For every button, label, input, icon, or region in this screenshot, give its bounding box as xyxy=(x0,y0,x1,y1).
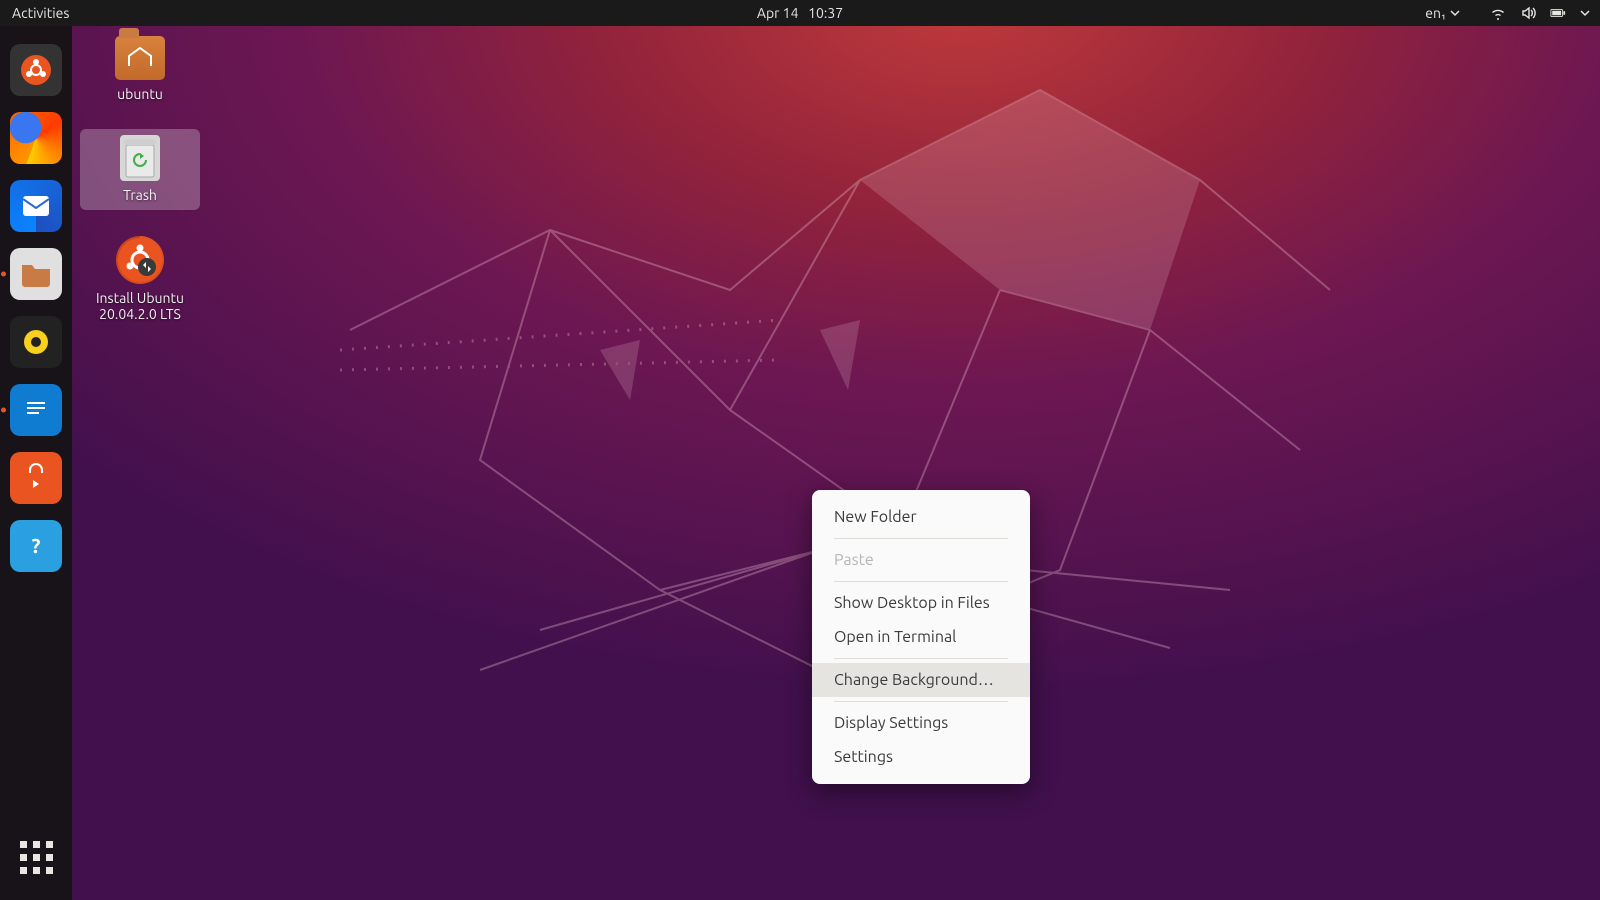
software-icon[interactable] xyxy=(10,452,62,504)
files-icon[interactable] xyxy=(10,248,62,300)
desktop-icon-label: ubuntu xyxy=(84,86,196,103)
desktop-icon-label: Trash xyxy=(84,187,196,204)
battery-icon xyxy=(1550,5,1566,21)
network-icon xyxy=(1490,5,1506,21)
desktop-icons: ubuntu Trash Install Ubuntu 20.04.2.0 LT… xyxy=(80,30,200,349)
input-source-indicator[interactable]: en₁ xyxy=(1425,5,1460,21)
menu-separator xyxy=(834,701,1008,702)
menuitem-show-desktop-in-files[interactable]: Show Desktop in Files xyxy=(812,586,1030,620)
firefox-icon[interactable] xyxy=(10,112,62,164)
menuitem-settings[interactable]: Settings xyxy=(812,740,1030,774)
volume-icon xyxy=(1520,5,1536,21)
desktop-icon-label: Install Ubuntu 20.04.2.0 LTS xyxy=(84,290,196,324)
dock: ? xyxy=(0,26,72,900)
help-icon[interactable]: ? xyxy=(10,520,62,572)
trash-icon xyxy=(120,135,160,181)
writer-icon[interactable] xyxy=(10,384,62,436)
top-bar: Activities Apr 14 10:37 en₁ xyxy=(0,0,1600,26)
chevron-down-icon xyxy=(1580,8,1590,18)
menuitem-new-folder[interactable]: New Folder xyxy=(812,500,1030,534)
folder-home-icon xyxy=(115,36,165,80)
thunderbird-icon[interactable] xyxy=(10,180,62,232)
activities-button[interactable]: Activities xyxy=(0,5,81,21)
menuitem-paste: Paste xyxy=(812,543,1030,577)
menuitem-display-settings[interactable]: Display Settings xyxy=(812,706,1030,740)
dashboard-icon[interactable] xyxy=(10,44,62,96)
desktop-icon-home[interactable]: ubuntu xyxy=(80,30,200,109)
menuitem-open-in-terminal[interactable]: Open in Terminal xyxy=(812,620,1030,654)
desktop-context-menu: New Folder Paste Show Desktop in Files O… xyxy=(812,490,1030,784)
desktop-wallpaper[interactable] xyxy=(0,0,1600,900)
menu-separator xyxy=(834,581,1008,582)
svg-text:?: ? xyxy=(32,534,41,557)
status-area[interactable]: en₁ xyxy=(1425,5,1590,21)
rhythmbox-icon[interactable] xyxy=(10,316,62,368)
menuitem-change-background[interactable]: Change Background… xyxy=(812,663,1030,697)
desktop-icon-install-ubuntu[interactable]: Install Ubuntu 20.04.2.0 LTS xyxy=(80,230,200,330)
show-applications-icon[interactable] xyxy=(15,836,57,878)
desktop-icon-trash[interactable]: Trash xyxy=(80,129,200,210)
menu-separator xyxy=(834,658,1008,659)
clock-time: 10:37 xyxy=(808,5,843,21)
menu-separator xyxy=(834,538,1008,539)
clock[interactable]: Apr 14 10:37 xyxy=(757,5,843,21)
input-source-label: en₁ xyxy=(1425,5,1446,21)
clock-date: Apr 14 xyxy=(757,5,799,21)
chevron-down-icon xyxy=(1450,8,1460,18)
ubuntu-installer-icon xyxy=(116,236,164,284)
